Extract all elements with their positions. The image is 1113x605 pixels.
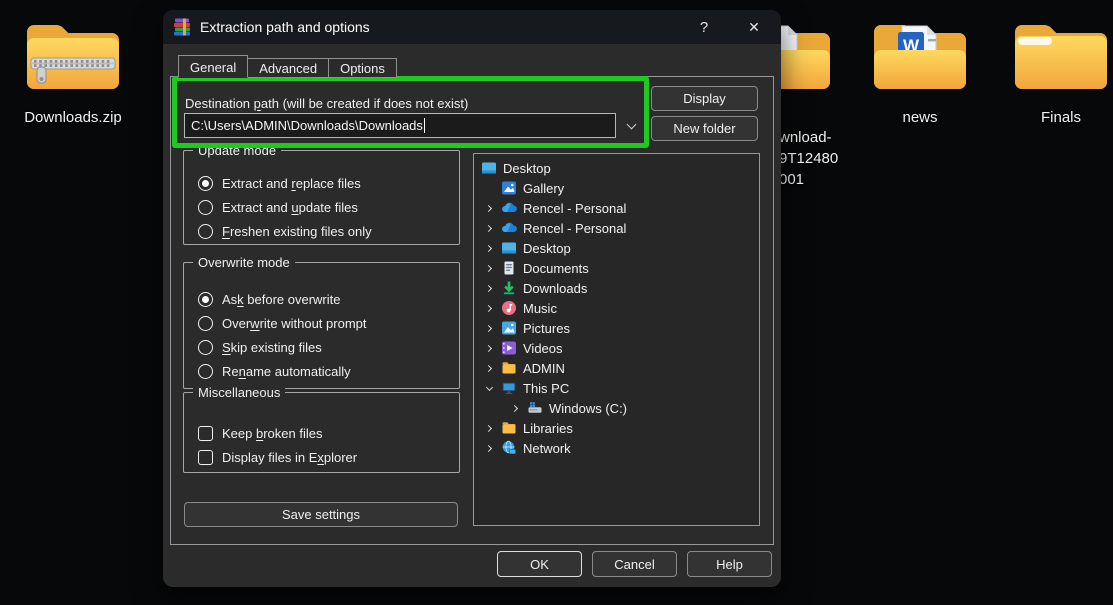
tree-item-desktop[interactable]: Desktop bbox=[474, 238, 759, 258]
display-button[interactable]: Display bbox=[651, 86, 758, 111]
desktop-icon-news[interactable]: W news bbox=[855, 16, 985, 126]
destination-path-label: Destination path (will be created if doe… bbox=[185, 96, 468, 111]
radio-extract-replace[interactable]: Extract and replace files bbox=[198, 171, 459, 195]
desktop-icon-label: news bbox=[855, 109, 985, 126]
pictures-icon bbox=[501, 320, 517, 336]
tree-item-this-pc[interactable]: This PC bbox=[474, 378, 759, 398]
chevron-right-icon[interactable] bbox=[481, 440, 497, 456]
music-icon bbox=[501, 300, 517, 316]
radio-icon[interactable] bbox=[198, 176, 213, 191]
checkbox-icon[interactable] bbox=[198, 426, 213, 441]
radio-icon[interactable] bbox=[198, 224, 213, 239]
checkbox-keep-broken-files[interactable]: Keep broken files bbox=[198, 421, 459, 445]
radio-extract-update[interactable]: Extract and update files bbox=[198, 195, 459, 219]
group-title: Miscellaneous bbox=[193, 385, 285, 400]
tree-item-videos[interactable]: Videos bbox=[474, 338, 759, 358]
help-button[interactable]: Help bbox=[687, 551, 772, 577]
tree-item-onedrive-2[interactable]: Rencel - Personal bbox=[474, 218, 759, 238]
folder-icon bbox=[1009, 16, 1113, 104]
help-titlebar-button[interactable]: ? bbox=[687, 12, 721, 42]
folder-tree[interactable]: Desktop Gallery Rencel - Personal bbox=[473, 153, 760, 526]
tab-advanced[interactable]: Advanced bbox=[247, 58, 329, 78]
new-folder-button[interactable]: New folder bbox=[651, 116, 758, 141]
chevron-right-icon[interactable] bbox=[481, 300, 497, 316]
extraction-dialog: Extraction path and options ? ✕ General … bbox=[163, 10, 781, 587]
zip-folder-icon bbox=[21, 16, 125, 104]
chevron-right-icon[interactable] bbox=[481, 200, 497, 216]
tree-item-libraries[interactable]: Libraries bbox=[474, 418, 759, 438]
videos-icon bbox=[501, 340, 517, 356]
chevron-right-icon[interactable] bbox=[481, 240, 497, 256]
chevron-down-icon[interactable] bbox=[481, 380, 497, 396]
network-icon bbox=[501, 440, 517, 456]
radio-ask-before-overwrite[interactable]: Ask before overwrite bbox=[198, 287, 459, 311]
onedrive-icon bbox=[501, 220, 517, 236]
folder-icon bbox=[501, 360, 517, 376]
tree-item-network[interactable]: Network bbox=[474, 438, 759, 458]
tab-options[interactable]: Options bbox=[328, 58, 397, 78]
chevron-right-icon[interactable] bbox=[481, 220, 497, 236]
checkbox-display-in-explorer[interactable]: Display files in Explorer bbox=[198, 445, 459, 469]
tree-item-downloads[interactable]: Downloads bbox=[474, 278, 759, 298]
radio-icon[interactable] bbox=[198, 364, 213, 379]
gallery-icon bbox=[501, 180, 517, 196]
tree-item-documents[interactable]: Documents bbox=[474, 258, 759, 278]
documents-icon bbox=[501, 260, 517, 276]
radio-icon[interactable] bbox=[198, 200, 213, 215]
tab-general[interactable]: General bbox=[178, 55, 248, 78]
tree-item-onedrive-1[interactable]: Rencel - Personal bbox=[474, 198, 759, 218]
close-icon[interactable]: ✕ bbox=[737, 12, 771, 42]
desktop-icon bbox=[481, 160, 497, 176]
radio-icon[interactable] bbox=[198, 340, 213, 355]
chevron-right-icon[interactable] bbox=[507, 400, 523, 416]
tree-item-gallery[interactable]: Gallery bbox=[474, 178, 759, 198]
chevron-right-icon[interactable] bbox=[481, 320, 497, 336]
dialog-title: Extraction path and options bbox=[200, 19, 370, 35]
tree-item-admin[interactable]: ADMIN bbox=[474, 358, 759, 378]
chevron-right-icon[interactable] bbox=[481, 420, 497, 436]
save-settings-button[interactable]: Save settings bbox=[184, 502, 458, 527]
chevron-right-icon[interactable] bbox=[481, 260, 497, 276]
tree-item-windows-c[interactable]: Windows (C:) bbox=[474, 398, 759, 418]
chevron-right-icon[interactable] bbox=[481, 360, 497, 376]
cancel-button[interactable]: Cancel bbox=[592, 551, 677, 577]
desktop-icon bbox=[501, 240, 517, 256]
desktop-icon-label-partial: wnload- 9T12480 001 bbox=[779, 127, 838, 190]
radio-icon[interactable] bbox=[198, 316, 213, 331]
desktop-icon-label: Finals bbox=[996, 109, 1113, 126]
this-pc-icon bbox=[501, 380, 517, 396]
desktop-icon-finals[interactable]: Finals bbox=[996, 16, 1113, 126]
radio-rename-automatically[interactable]: Rename automatically bbox=[198, 359, 459, 383]
radio-freshen-existing[interactable]: Freshen existing files only bbox=[198, 219, 459, 243]
overwrite-mode-group: Overwrite mode Ask before overwrite Over… bbox=[183, 262, 460, 389]
radio-icon[interactable] bbox=[198, 292, 213, 307]
destination-path-input[interactable]: C:\Users\ADMIN\Downloads\Downloads bbox=[184, 113, 616, 138]
update-mode-group: Update mode Extract and replace files Ex… bbox=[183, 150, 460, 245]
miscellaneous-group: Miscellaneous Keep broken files Display … bbox=[183, 392, 460, 473]
dialog-titlebar: Extraction path and options ? ✕ bbox=[163, 10, 781, 44]
checkbox-icon[interactable] bbox=[198, 450, 213, 465]
group-title: Overwrite mode bbox=[193, 255, 295, 270]
text-caret bbox=[424, 118, 425, 133]
folder-icon bbox=[501, 420, 517, 436]
tree-item-pictures[interactable]: Pictures bbox=[474, 318, 759, 338]
radio-skip-existing[interactable]: Skip existing files bbox=[198, 335, 459, 359]
tree-item-desktop-root[interactable]: Desktop bbox=[474, 158, 759, 178]
tab-strip: General Advanced Options bbox=[178, 55, 396, 78]
ok-button[interactable]: OK bbox=[497, 551, 582, 577]
radio-overwrite-without-prompt[interactable]: Overwrite without prompt bbox=[198, 311, 459, 335]
drive-icon bbox=[527, 400, 543, 416]
chevron-right-icon[interactable] bbox=[481, 340, 497, 356]
tree-item-music[interactable]: Music bbox=[474, 298, 759, 318]
chevron-down-icon bbox=[626, 119, 636, 129]
desktop-icon-downloads-zip[interactable]: Downloads.zip bbox=[8, 16, 138, 126]
downloads-icon bbox=[501, 280, 517, 296]
chevron-right-icon[interactable] bbox=[481, 280, 497, 296]
desktop: Downloads.zip wnload- 9T12480 001 W news bbox=[0, 0, 1113, 605]
desktop-icon-label: Downloads.zip bbox=[8, 109, 138, 126]
folder-with-word-doc-icon: W bbox=[868, 16, 972, 104]
onedrive-icon bbox=[501, 200, 517, 216]
winrar-icon bbox=[173, 18, 191, 36]
path-dropdown-button[interactable] bbox=[619, 113, 645, 138]
